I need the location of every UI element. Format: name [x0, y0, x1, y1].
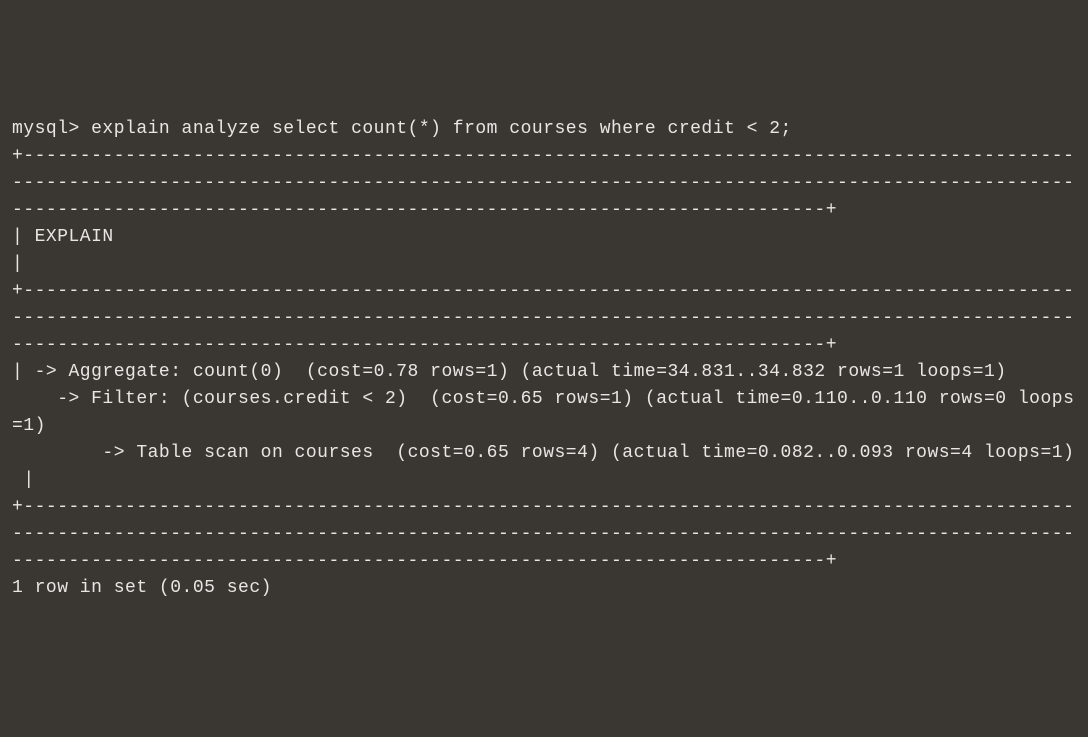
table-border-mid: +---------------------------------------… [12, 281, 1074, 355]
explain-header: | EXPLAIN [12, 227, 1088, 274]
table-border-top: +---------------------------------------… [12, 146, 1074, 220]
explain-plan-body: | -> Aggregate: count(0) (cost=0.78 rows… [12, 362, 1074, 490]
sql-command: explain analyze select count(*) from cou… [91, 119, 792, 139]
terminal-output: mysql> explain analyze select count(*) f… [12, 116, 1076, 602]
result-status: 1 row in set (0.05 sec) [12, 578, 272, 598]
table-border-bottom: +---------------------------------------… [12, 497, 1074, 571]
mysql-prompt: mysql> [12, 119, 91, 139]
